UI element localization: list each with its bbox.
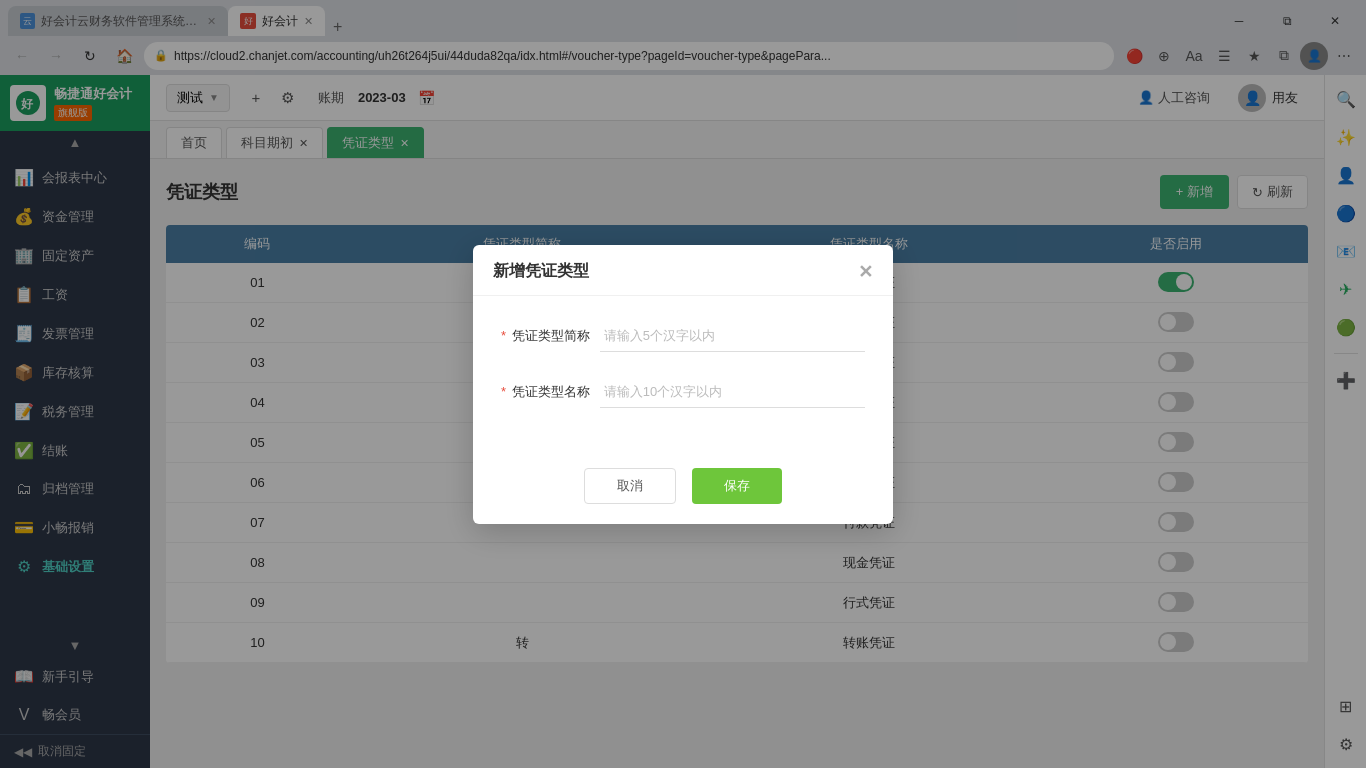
abbr-input[interactable] xyxy=(600,320,865,352)
form-label-abbr: * 凭证类型简称 xyxy=(501,327,590,345)
modal-header: 新增凭证类型 ✕ xyxy=(473,245,893,296)
modal-dialog: 新增凭证类型 ✕ * 凭证类型简称 * 凭证类型名称 取消 保存 xyxy=(473,245,893,524)
modal-footer: 取消 保存 xyxy=(473,456,893,524)
modal-overlay[interactable]: 新增凭证类型 ✕ * 凭证类型简称 * 凭证类型名称 取消 保存 xyxy=(0,0,1366,768)
modal-title: 新增凭证类型 xyxy=(493,261,589,282)
modal-body: * 凭证类型简称 * 凭证类型名称 xyxy=(473,296,893,456)
save-button[interactable]: 保存 xyxy=(692,468,782,504)
required-star-name: * xyxy=(501,384,506,399)
name-input[interactable] xyxy=(600,376,865,408)
form-row-abbr: * 凭证类型简称 xyxy=(501,320,865,352)
required-star-abbr: * xyxy=(501,328,506,343)
form-label-name: * 凭证类型名称 xyxy=(501,383,590,401)
modal-close-button[interactable]: ✕ xyxy=(858,261,873,283)
cancel-button[interactable]: 取消 xyxy=(584,468,676,504)
form-row-name: * 凭证类型名称 xyxy=(501,376,865,408)
